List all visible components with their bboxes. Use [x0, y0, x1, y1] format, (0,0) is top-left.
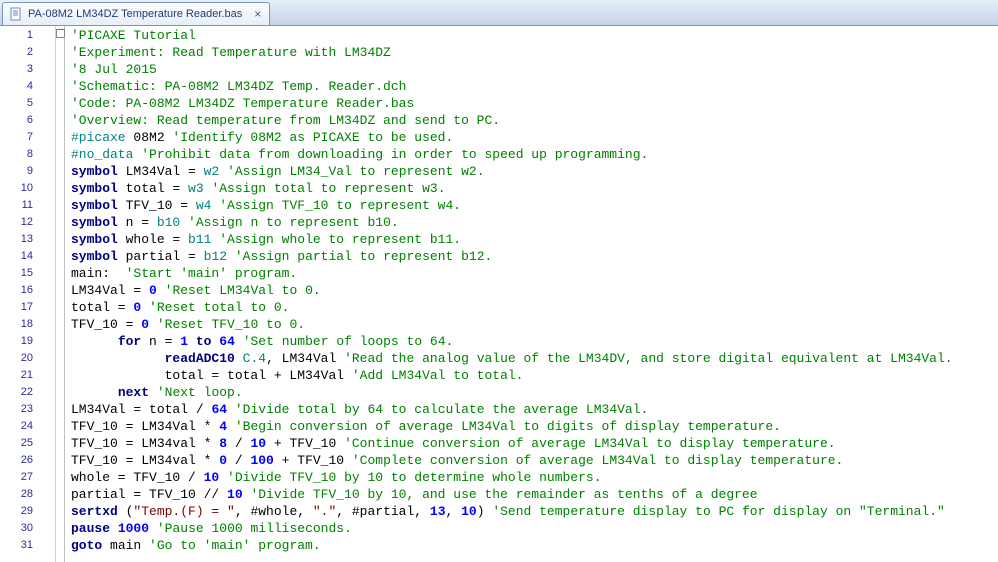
line-number: 9 [0, 163, 55, 180]
code-line[interactable]: LM34Val = total / 64 'Divide total by 64… [71, 401, 998, 418]
code-line[interactable]: symbol total = w3 'Assign total to repre… [71, 180, 998, 197]
line-number: 19 [0, 333, 55, 350]
fold-margin [56, 26, 65, 562]
code-area[interactable]: 'PICAXE Tutorial'Experiment: Read Temper… [65, 26, 998, 562]
line-number: 1 [0, 27, 55, 44]
line-number: 23 [0, 401, 55, 418]
code-line[interactable]: 'Overview: Read temperature from LM34DZ … [71, 112, 998, 129]
file-icon [9, 7, 23, 21]
code-line[interactable]: for n = 1 to 64 'Set number of loops to … [71, 333, 998, 350]
code-line[interactable]: 'PICAXE Tutorial [71, 27, 998, 44]
line-number: 12 [0, 214, 55, 231]
code-line[interactable]: symbol LM34Val = w2 'Assign LM34_Val to … [71, 163, 998, 180]
code-line[interactable]: #no_data 'Prohibit data from downloading… [71, 146, 998, 163]
code-line[interactable]: total = 0 'Reset total to 0. [71, 299, 998, 316]
line-number: 17 [0, 299, 55, 316]
code-editor[interactable]: 1234567891011121314151617181920212223242… [0, 26, 998, 562]
line-number: 5 [0, 95, 55, 112]
line-number: 10 [0, 180, 55, 197]
line-number: 29 [0, 503, 55, 520]
code-line[interactable]: '8 Jul 2015 [71, 61, 998, 78]
code-line[interactable]: LM34Val = 0 'Reset LM34Val to 0. [71, 282, 998, 299]
close-icon[interactable]: × [252, 7, 263, 21]
tab-bar: PA-08M2 LM34DZ Temperature Reader.bas × [0, 0, 998, 26]
line-number: 13 [0, 231, 55, 248]
line-number: 4 [0, 78, 55, 95]
line-number-gutter: 1234567891011121314151617181920212223242… [0, 26, 56, 562]
line-number: 15 [0, 265, 55, 282]
line-number: 20 [0, 350, 55, 367]
line-number: 18 [0, 316, 55, 333]
line-number: 2 [0, 44, 55, 61]
line-number: 8 [0, 146, 55, 163]
line-number: 24 [0, 418, 55, 435]
line-number: 7 [0, 129, 55, 146]
line-number: 21 [0, 367, 55, 384]
code-line[interactable]: pause 1000 'Pause 1000 milliseconds. [71, 520, 998, 537]
code-line[interactable]: total = total + LM34Val 'Add LM34Val to … [71, 367, 998, 384]
line-number: 27 [0, 469, 55, 486]
tab-title: PA-08M2 LM34DZ Temperature Reader.bas [28, 8, 242, 20]
code-line[interactable]: 'Experiment: Read Temperature with LM34D… [71, 44, 998, 61]
code-line[interactable]: whole = TFV_10 / 10 'Divide TFV_10 by 10… [71, 469, 998, 486]
line-number: 11 [0, 197, 55, 214]
code-line[interactable]: main: 'Start 'main' program. [71, 265, 998, 282]
file-tab[interactable]: PA-08M2 LM34DZ Temperature Reader.bas × [2, 2, 270, 25]
line-number: 28 [0, 486, 55, 503]
code-line[interactable]: symbol whole = b11 'Assign whole to repr… [71, 231, 998, 248]
code-line[interactable]: next 'Next loop. [71, 384, 998, 401]
code-line[interactable]: 'Code: PA-08M2 LM34DZ Temperature Reader… [71, 95, 998, 112]
line-number: 16 [0, 282, 55, 299]
fold-toggle-icon[interactable] [56, 29, 65, 38]
line-number: 31 [0, 537, 55, 554]
code-line[interactable]: symbol TFV_10 = w4 'Assign TVF_10 to rep… [71, 197, 998, 214]
line-number: 22 [0, 384, 55, 401]
code-line[interactable]: symbol n = b10 'Assign n to represent b1… [71, 214, 998, 231]
code-line[interactable]: symbol partial = b12 'Assign partial to … [71, 248, 998, 265]
code-line[interactable]: TFV_10 = LM34val * 0 / 100 + TFV_10 'Com… [71, 452, 998, 469]
code-line[interactable]: sertxd ("Temp.(F) = ", #whole, ".", #par… [71, 503, 998, 520]
code-line[interactable]: 'Schematic: PA-08M2 LM34DZ Temp. Reader.… [71, 78, 998, 95]
line-number: 25 [0, 435, 55, 452]
code-line[interactable]: TFV_10 = LM34Val * 4 'Begin conversion o… [71, 418, 998, 435]
code-line[interactable]: partial = TFV_10 // 10 'Divide TFV_10 by… [71, 486, 998, 503]
line-number: 26 [0, 452, 55, 469]
line-number: 14 [0, 248, 55, 265]
code-line[interactable]: #picaxe 08M2 'Identify 08M2 as PICAXE to… [71, 129, 998, 146]
line-number: 30 [0, 520, 55, 537]
code-line[interactable]: readADC10 C.4, LM34Val 'Read the analog … [71, 350, 998, 367]
code-line[interactable]: TFV_10 = 0 'Reset TFV_10 to 0. [71, 316, 998, 333]
code-line[interactable]: goto main 'Go to 'main' program. [71, 537, 998, 554]
line-number: 3 [0, 61, 55, 78]
line-number: 6 [0, 112, 55, 129]
code-line[interactable]: TFV_10 = LM34val * 8 / 10 + TFV_10 'Cont… [71, 435, 998, 452]
